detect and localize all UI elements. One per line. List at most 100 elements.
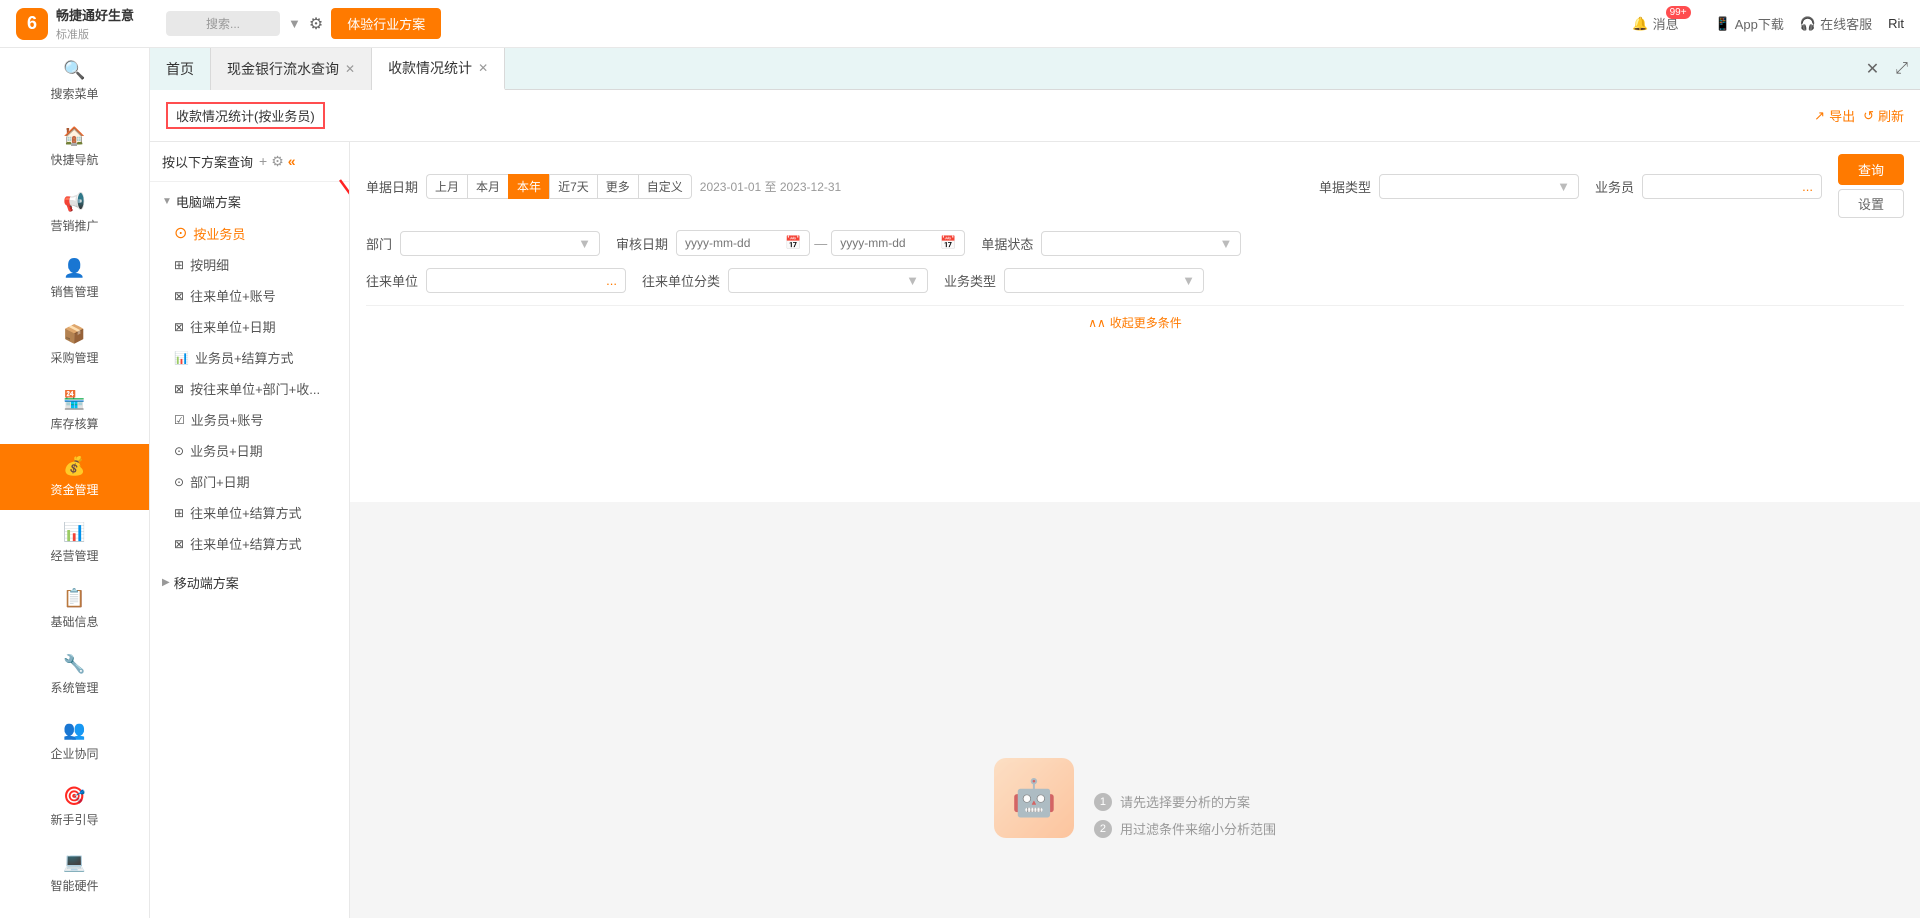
collapse-arrow-icon: ∧∧ (1088, 316, 1106, 330)
sidebar-item-sales[interactable]: 👤 销售管理 (0, 246, 149, 312)
scheme-item-dept-date[interactable]: ⊙ 部门+日期 (150, 466, 349, 497)
chevron-down-dept-icon: ▼ (578, 236, 591, 251)
review-date-control: 📅 — 📅 (676, 230, 965, 256)
page-content: 收款情况统计(按业务员) ↗ 导出 ↺ 刷新 按以下 (150, 90, 1920, 918)
notification-btn[interactable]: 🔔 消息 99+ (1632, 14, 1678, 33)
partner-cat-select[interactable]: ▼ (728, 268, 928, 293)
doc-status-label: 单据状态 (981, 234, 1033, 253)
inventory-icon: 🏪 (63, 390, 85, 411)
dept-select[interactable]: ▼ (400, 231, 600, 256)
tab-collection-close[interactable]: ✕ (478, 61, 488, 75)
review-date-end-input[interactable] (840, 236, 940, 250)
logo-area: 6 畅捷通好生意 标准版 (16, 5, 166, 42)
user-name[interactable]: Rit (1888, 16, 1904, 31)
ellipsis-partner-icon: ... (606, 273, 617, 288)
maximize-btn[interactable]: ⤢ (1891, 56, 1912, 82)
scheme-header-icons: + ⚙ « (259, 153, 296, 170)
sidebar-item-business[interactable]: 📊 经营管理 (0, 510, 149, 576)
sidebar-item-basic[interactable]: 📋 基础信息 (0, 576, 149, 642)
scheme-group-desktop-title[interactable]: ▼ 电脑端方案 (150, 186, 349, 217)
sidebar-item-label: 资金管理 (50, 481, 98, 498)
scheme-item-unit-date[interactable]: ⊠ 往来单位+日期 (150, 311, 349, 342)
sidebar-item-search[interactable]: 🔍 搜索菜单 (0, 48, 149, 114)
minimize-btn[interactable]: ✕ (1862, 55, 1883, 83)
export-label: 导出 (1829, 106, 1855, 125)
query-button[interactable]: 查询 (1838, 154, 1904, 185)
trial-button[interactable]: 体验行业方案 (331, 8, 441, 39)
search-bar[interactable]: 搜索... (166, 11, 280, 36)
sidebar-item-wechat[interactable]: 💬 企业微信 (0, 906, 149, 918)
review-date-end[interactable]: 📅 (831, 230, 965, 256)
tab-collection[interactable]: 收款情况统计 ✕ (372, 48, 505, 90)
scheme-item-salesman-method[interactable]: 📊 业务员+结算方式 (150, 342, 349, 373)
settings-icon[interactable]: ⚙ (309, 14, 323, 34)
export-btn[interactable]: ↗ 导出 (1814, 106, 1855, 125)
export-icon: ↗ (1814, 108, 1825, 124)
scheme-add-icon[interactable]: + (259, 153, 267, 170)
filter-row-1: 单据日期 上月 本月 本年 近7天 更多 自定义 (366, 154, 1904, 218)
tab-collection-label: 收款情况统计 (388, 58, 472, 78)
download-icon: 📱 (1715, 16, 1731, 32)
app-download-btn[interactable]: 📱 App下载 (1715, 14, 1784, 33)
date-tab-custom[interactable]: 自定义 (638, 174, 692, 199)
scheme-item-unit-method2[interactable]: ⊠ 往来单位+结算方式 (150, 528, 349, 559)
sidebar-item-guide[interactable]: 🎯 新手引导 (0, 774, 149, 840)
date-tabs: 上月 本月 本年 近7天 更多 自定义 (426, 174, 692, 199)
review-date-start[interactable]: 📅 (676, 230, 810, 256)
group-label: 移动端方案 (174, 573, 239, 592)
date-tab-this-year[interactable]: 本年 (508, 174, 549, 199)
date-tab-more[interactable]: 更多 (597, 174, 638, 199)
date-label: 单据日期 (366, 177, 418, 196)
scheme-item-unit-method[interactable]: ⊞ 往来单位+结算方式 (150, 497, 349, 528)
partner-control: ... (426, 268, 626, 293)
sidebar-item-label: 企业协同 (50, 745, 98, 762)
tip-text-2: 用过滤条件来缩小分析范围 (1120, 819, 1276, 838)
scheme-settings-icon[interactable]: ⚙ (271, 153, 284, 170)
online-service-btn[interactable]: 🎧 在线客服 (1800, 14, 1872, 33)
scheme-item-salesman-date[interactable]: ⊙ 业务员+日期 (150, 435, 349, 466)
refresh-btn[interactable]: ↺ 刷新 (1863, 106, 1904, 125)
scheme-item-unit-dept[interactable]: ⊠ 按往来单位+部门+收... (150, 373, 349, 404)
doc-type-select[interactable]: ▼ (1379, 174, 1579, 199)
date-tab-last7[interactable]: 近7天 (549, 174, 597, 199)
date-tab-this-month[interactable]: 本月 (467, 174, 508, 199)
scheme-collapse-icon[interactable]: « (288, 153, 296, 170)
sidebar-item-marketing[interactable]: 📢 营销推广 (0, 180, 149, 246)
review-date-start-input[interactable] (685, 236, 785, 250)
scheme-group-mobile: ▶ 移动端方案 (150, 563, 349, 602)
date-tab-prev[interactable]: 上月 (426, 174, 467, 199)
collapse-label: 收起更多条件 (1110, 314, 1182, 331)
tab-bank-close[interactable]: ✕ (345, 62, 355, 76)
tab-home[interactable]: 首页 (150, 48, 211, 90)
sidebar-item-finance[interactable]: 💰 资金管理 (0, 444, 149, 510)
scheme-item-detail[interactable]: ⊞ 按明细 (150, 249, 349, 280)
doc-status-select[interactable]: ▼ (1041, 231, 1241, 256)
scheme-group-mobile-title[interactable]: ▶ 移动端方案 (150, 567, 349, 598)
sidebar-item-purchase[interactable]: 📦 采购管理 (0, 312, 149, 378)
sidebar-item-enterprise[interactable]: 👥 企业协同 (0, 708, 149, 774)
page-title: 收款情况统计(按业务员) (166, 102, 325, 129)
sidebar-item-inventory[interactable]: 🏪 库存核算 (0, 378, 149, 444)
tip-text-1: 请先选择要分析的方案 (1120, 792, 1250, 811)
dropdown-arrow[interactable]: ▼ (288, 16, 301, 31)
scheme-item-salesman[interactable]: ⊙ 按业务员 (150, 217, 349, 249)
salesman-select[interactable]: ... (1642, 174, 1822, 199)
sidebar-item-label: 系统管理 (50, 679, 98, 696)
filter-review-date: 审核日期 📅 — 📅 (616, 230, 965, 256)
tab-bank[interactable]: 现金银行流水查询 ✕ (211, 48, 372, 90)
biz-type-select[interactable]: ▼ (1004, 268, 1204, 293)
service-label: 在线客服 (1820, 14, 1872, 33)
refresh-icon: ↺ (1863, 108, 1874, 124)
guide-icon: 🎯 (63, 786, 85, 807)
partner-select[interactable]: ... (426, 268, 626, 293)
sidebar-item-system[interactable]: 🔧 系统管理 (0, 642, 149, 708)
filter-row-3: 往来单位 ... 往来单位分类 (366, 268, 1904, 293)
sidebar-item-nav[interactable]: 🏠 快捷导航 (0, 114, 149, 180)
scheme-item-unit-account[interactable]: ⊠ 往来单位+账号 (150, 280, 349, 311)
scheme-item-label: 按明细 (190, 255, 229, 274)
scheme-item-salesman-account[interactable]: ☑ 业务员+账号 (150, 404, 349, 435)
collapse-bar[interactable]: ∧∧ 收起更多条件 (366, 305, 1904, 339)
app-logo: 6 (16, 8, 48, 40)
sidebar-item-hardware[interactable]: 💻 智能硬件 (0, 840, 149, 906)
settings-button[interactable]: 设置 (1838, 189, 1904, 218)
